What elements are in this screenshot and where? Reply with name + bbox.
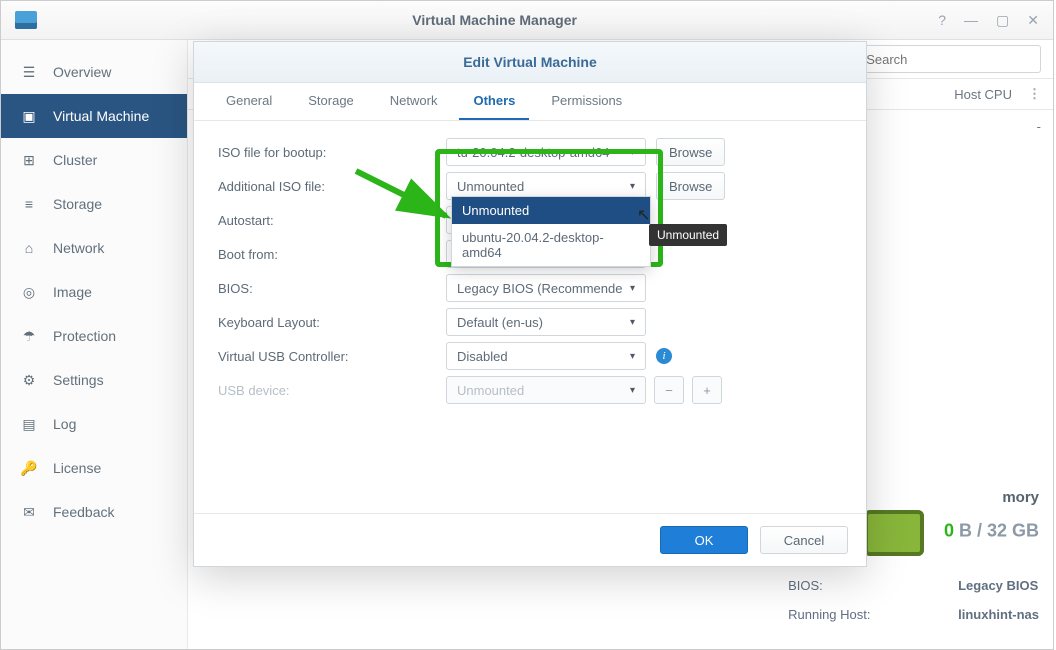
select-bios[interactable]: Legacy BIOS (Recommende ▾: [446, 274, 646, 302]
select-usb-device: Unmounted ▾: [446, 376, 646, 404]
license-icon: 🔑: [19, 459, 39, 477]
dialog-footer: OK Cancel: [194, 514, 866, 566]
close-icon[interactable]: ✕: [1027, 12, 1039, 29]
ok-button[interactable]: OK: [660, 526, 748, 554]
app-icon: [15, 11, 37, 29]
sidebar-item-label: Protection: [53, 328, 116, 344]
network-icon: ⌂: [19, 239, 39, 257]
sidebar-item-virtual-machine[interactable]: ▣ Virtual Machine: [1, 94, 187, 138]
sidebar-item-label: Settings: [53, 372, 104, 388]
select-value: Unmounted: [457, 383, 524, 398]
dialog-form: ISO file for bootup: tu-20.04.2-desktop-…: [194, 121, 866, 413]
label-bios: BIOS:: [218, 281, 446, 296]
select-value: Disabled: [457, 349, 508, 364]
select-value: Unmounted: [457, 179, 524, 194]
bg-bios-label: BIOS:: [788, 578, 958, 593]
dialog-tabs: General Storage Network Others Permissio…: [194, 83, 866, 121]
help-icon[interactable]: ?: [938, 12, 946, 29]
caret-down-icon: ▾: [630, 351, 635, 362]
select-value: tu-20.04.2-desktop-amd64: [457, 145, 609, 160]
sidebar-item-protection[interactable]: ☂ Protection: [1, 314, 187, 358]
sidebar-item-log[interactable]: ▤ Log: [1, 402, 187, 446]
dropdown-item-unmounted[interactable]: Unmounted: [452, 197, 650, 224]
sidebar-item-license[interactable]: 🔑 License: [1, 446, 187, 490]
sidebar-item-label: Cluster: [53, 152, 97, 168]
bg-host-label: Running Host:: [788, 607, 958, 622]
window-title: Virtual Machine Manager: [51, 12, 938, 28]
cancel-button[interactable]: Cancel: [760, 526, 848, 554]
browse-iso-bootup[interactable]: Browse: [656, 138, 725, 166]
tab-others[interactable]: Others: [459, 83, 529, 120]
caret-down-icon: ▾: [630, 385, 635, 396]
column-menu-icon[interactable]: ⋮: [1028, 86, 1041, 102]
overview-icon: ☰: [19, 63, 39, 81]
label-additional-iso: Additional ISO file:: [218, 179, 446, 194]
vm-icon: ▣: [19, 107, 39, 125]
image-icon: ◎: [19, 283, 39, 301]
minimize-icon[interactable]: —: [964, 12, 978, 29]
select-value: Default (en-us): [457, 315, 543, 330]
sidebar-item-feedback[interactable]: ✉ Feedback: [1, 490, 187, 534]
label-usb-device: USB device:: [218, 383, 446, 398]
caret-down-icon: ▾: [630, 147, 635, 158]
tooltip: Unmounted: [649, 224, 727, 246]
label-autostart: Autostart:: [218, 213, 446, 228]
tab-permissions[interactable]: Permissions: [537, 83, 636, 120]
sidebar-item-network[interactable]: ⌂ Network: [1, 226, 187, 270]
settings-icon: ⚙: [19, 371, 39, 389]
select-usb-controller[interactable]: Disabled ▾: [446, 342, 646, 370]
tab-network[interactable]: Network: [376, 83, 452, 120]
sidebar-item-label: Overview: [53, 64, 111, 80]
sidebar-item-storage[interactable]: ≡ Storage: [1, 182, 187, 226]
bg-host-value: linuxhint-nas: [958, 607, 1039, 622]
label-keyboard-layout: Keyboard Layout:: [218, 315, 446, 330]
sidebar-item-label: Network: [53, 240, 104, 256]
sidebar-item-label: Virtual Machine: [53, 108, 149, 124]
sidebar-item-overview[interactable]: ☰ Overview: [1, 50, 187, 94]
sidebar-item-label: Feedback: [53, 504, 114, 520]
sidebar-item-label: Storage: [53, 196, 102, 212]
window-controls: ? — ▢ ✕: [938, 12, 1039, 29]
sidebar-item-cluster[interactable]: ⊞ Cluster: [1, 138, 187, 182]
label-boot-from: Boot from:: [218, 247, 446, 262]
protection-icon: ☂: [19, 327, 39, 345]
dropdown-menu: Unmounted ubuntu-20.04.2-desktop-amd64: [451, 196, 651, 267]
cluster-icon: ⊞: [19, 151, 39, 169]
label-iso-bootup: ISO file for bootup:: [218, 145, 446, 160]
select-keyboard-layout[interactable]: Default (en-us) ▾: [446, 308, 646, 336]
feedback-icon: ✉: [19, 503, 39, 521]
memory-value: 0: [944, 520, 954, 540]
memory-title: mory: [1002, 489, 1039, 506]
tab-general[interactable]: General: [212, 83, 286, 120]
bg-bios-value: Legacy BIOS: [958, 578, 1038, 593]
usb-add-button: +: [692, 376, 722, 404]
caret-down-icon: ▾: [630, 317, 635, 328]
info-icon[interactable]: i: [656, 348, 672, 364]
edit-vm-dialog: Edit Virtual Machine General Storage Net…: [193, 41, 867, 567]
col-host-cpu[interactable]: Host CPU: [954, 87, 1012, 102]
browse-additional-iso[interactable]: Browse: [656, 172, 725, 200]
label-usb-controller: Virtual USB Controller:: [218, 349, 446, 364]
caret-down-icon: ▾: [630, 283, 635, 294]
cursor-icon: ↖: [637, 205, 650, 225]
tab-storage[interactable]: Storage: [294, 83, 368, 120]
sidebar-item-label: Log: [53, 416, 76, 432]
caret-down-icon: ▾: [630, 181, 635, 192]
sidebar-item-label: License: [53, 460, 101, 476]
search-input[interactable]: [864, 51, 1032, 68]
storage-icon: ≡: [19, 195, 39, 213]
chip-icon: [864, 510, 924, 556]
sidebar-item-image[interactable]: ◎ Image: [1, 270, 187, 314]
titlebar: Virtual Machine Manager ? — ▢ ✕: [1, 1, 1053, 40]
usb-remove-button: −: [654, 376, 684, 404]
select-value: Legacy BIOS (Recommende: [457, 281, 622, 296]
sidebar-item-settings[interactable]: ⚙ Settings: [1, 358, 187, 402]
dropdown-item-ubuntu[interactable]: ubuntu-20.04.2-desktop-amd64: [452, 224, 650, 266]
select-iso-bootup[interactable]: tu-20.04.2-desktop-amd64 ▾: [446, 138, 646, 166]
log-icon: ▤: [19, 415, 39, 433]
maximize-icon[interactable]: ▢: [996, 12, 1009, 29]
dialog-title: Edit Virtual Machine: [194, 42, 866, 83]
sidebar-item-label: Image: [53, 284, 92, 300]
sidebar: ☰ Overview ▣ Virtual Machine ⊞ Cluster ≡ Sto…: [1, 40, 188, 650]
